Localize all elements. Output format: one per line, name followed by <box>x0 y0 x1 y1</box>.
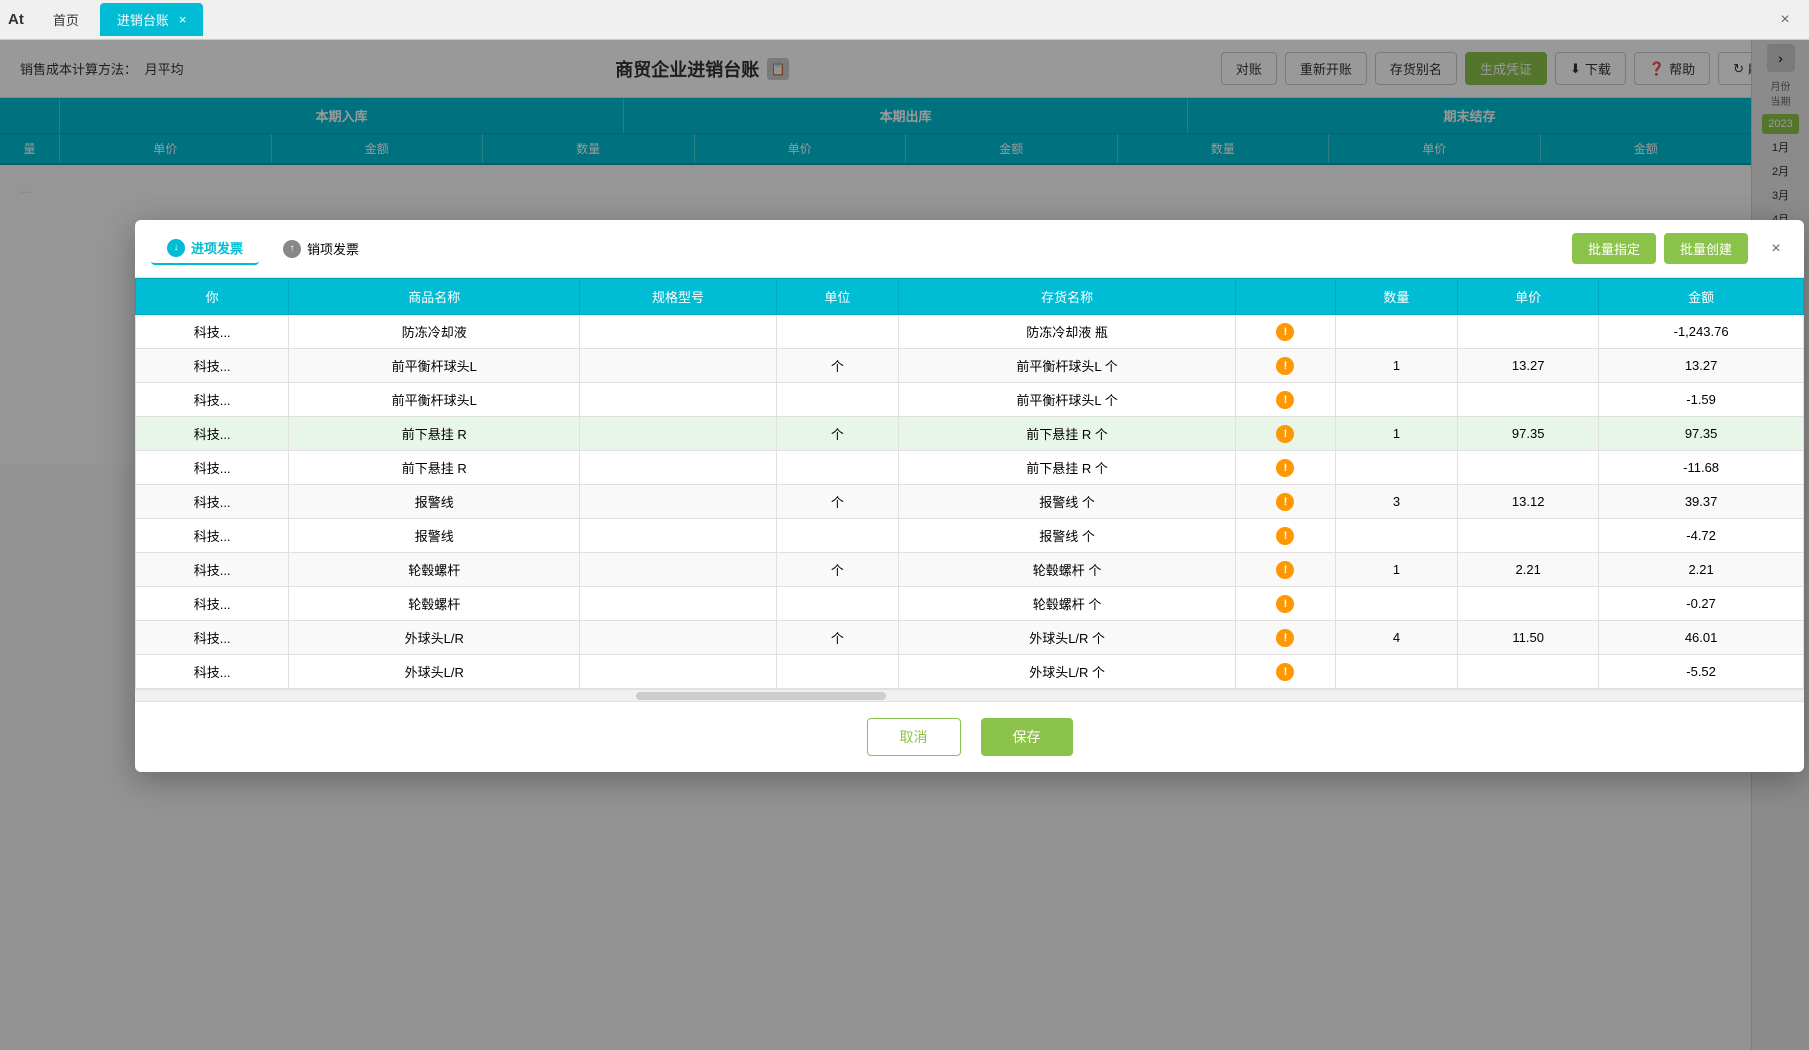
warning-icon: ! <box>1276 323 1294 341</box>
warning-icon: ! <box>1276 459 1294 477</box>
table-row: 科技...外球头L/R外球头L/R 个!-5.52 <box>136 655 1804 689</box>
warning-icon: ! <box>1276 663 1294 681</box>
modal-table-wrap[interactable]: 你 商品名称 规格型号 单位 存货名称 数量 单价 金额 科技...防冻冷却液防… <box>135 278 1804 689</box>
table-row: 科技...外球头L/R个外球头L/R 个!411.5046.01 <box>136 621 1804 655</box>
horizontal-scrollbar[interactable] <box>135 689 1804 701</box>
purchase-invoice-label: 进项发票 <box>191 238 243 257</box>
save-button[interactable]: 保存 <box>981 718 1073 756</box>
modal-dialog: ↓ 进项发票 ↑ 销项发票 批量指定 批量创建 × 你 商品名称 规格型号 <box>135 220 1804 772</box>
table-row: 科技...前平衡杆球头L前平衡杆球头L 个!-1.59 <box>136 383 1804 417</box>
warning-icon: ! <box>1276 527 1294 545</box>
purchase-invoice-icon: ↓ <box>167 239 185 257</box>
batch-assign-button[interactable]: 批量指定 <box>1572 233 1656 264</box>
table-row: 科技...报警线个报警线 个!313.1239.37 <box>136 485 1804 519</box>
window-close-button[interactable]: × <box>1769 4 1801 36</box>
th-qty: 数量 <box>1335 279 1457 315</box>
modal-close-button[interactable]: × <box>1764 237 1788 261</box>
batch-create-button[interactable]: 批量创建 <box>1664 233 1748 264</box>
sales-invoice-icon: ↑ <box>283 240 301 258</box>
tab-bar: At 首页 进销台账 × × <box>0 0 1809 40</box>
main-area: 销售成本计算方法： 月平均 商贸企业进销台账 📋 对账 重新开账 存货别名 生成… <box>0 40 1809 1050</box>
invoice-table: 你 商品名称 规格型号 单位 存货名称 数量 单价 金额 科技...防冻冷却液防… <box>135 278 1804 689</box>
warning-icon: ! <box>1276 425 1294 443</box>
tab-home[interactable]: 首页 <box>36 3 96 36</box>
tab-ledger-label: 进销台账 <box>117 10 169 29</box>
tab-purchase-invoice[interactable]: ↓ 进项发票 <box>151 232 259 265</box>
th-unit: 单位 <box>776 279 898 315</box>
app-title: At <box>8 11 24 28</box>
th-amount: 金额 <box>1599 279 1804 315</box>
th-company: 你 <box>136 279 289 315</box>
table-row: 科技...前平衡杆球头L个前平衡杆球头L 个!113.2713.27 <box>136 349 1804 383</box>
warning-icon: ! <box>1276 493 1294 511</box>
modal-header: ↓ 进项发票 ↑ 销项发票 批量指定 批量创建 × <box>135 220 1804 278</box>
tab-ledger[interactable]: 进销台账 × <box>100 3 204 36</box>
table-row: 科技...防冻冷却液防冻冷却液 瓶!-1,243.76 <box>136 315 1804 349</box>
table-row: 科技...轮毂螺杆个轮毂螺杆 个!12.212.21 <box>136 553 1804 587</box>
th-product-name: 商品名称 <box>289 279 580 315</box>
th-warn <box>1236 279 1336 315</box>
th-inventory-name: 存货名称 <box>899 279 1236 315</box>
warning-icon: ! <box>1276 629 1294 647</box>
cancel-button[interactable]: 取消 <box>867 718 961 756</box>
warning-icon: ! <box>1276 561 1294 579</box>
tab-sales-invoice[interactable]: ↑ 销项发票 <box>267 233 375 264</box>
table-row: 科技...前下悬挂 R个前下悬挂 R 个!197.3597.35 <box>136 417 1804 451</box>
th-spec: 规格型号 <box>580 279 776 315</box>
modal-header-buttons: 批量指定 批量创建 <box>1572 233 1748 264</box>
sales-invoice-label: 销项发票 <box>307 239 359 258</box>
tab-home-label: 首页 <box>53 10 79 29</box>
warning-icon: ! <box>1276 391 1294 409</box>
table-row: 科技...报警线报警线 个!-4.72 <box>136 519 1804 553</box>
table-row: 科技...前下悬挂 R前下悬挂 R 个!-11.68 <box>136 451 1804 485</box>
th-price: 单价 <box>1458 279 1599 315</box>
tab-ledger-close[interactable]: × <box>179 12 187 27</box>
table-row: 科技...轮毂螺杆轮毂螺杆 个!-0.27 <box>136 587 1804 621</box>
modal-footer: 取消 保存 <box>135 701 1804 772</box>
warning-icon: ! <box>1276 595 1294 613</box>
scroll-thumb[interactable] <box>636 692 886 700</box>
warning-icon: ! <box>1276 357 1294 375</box>
